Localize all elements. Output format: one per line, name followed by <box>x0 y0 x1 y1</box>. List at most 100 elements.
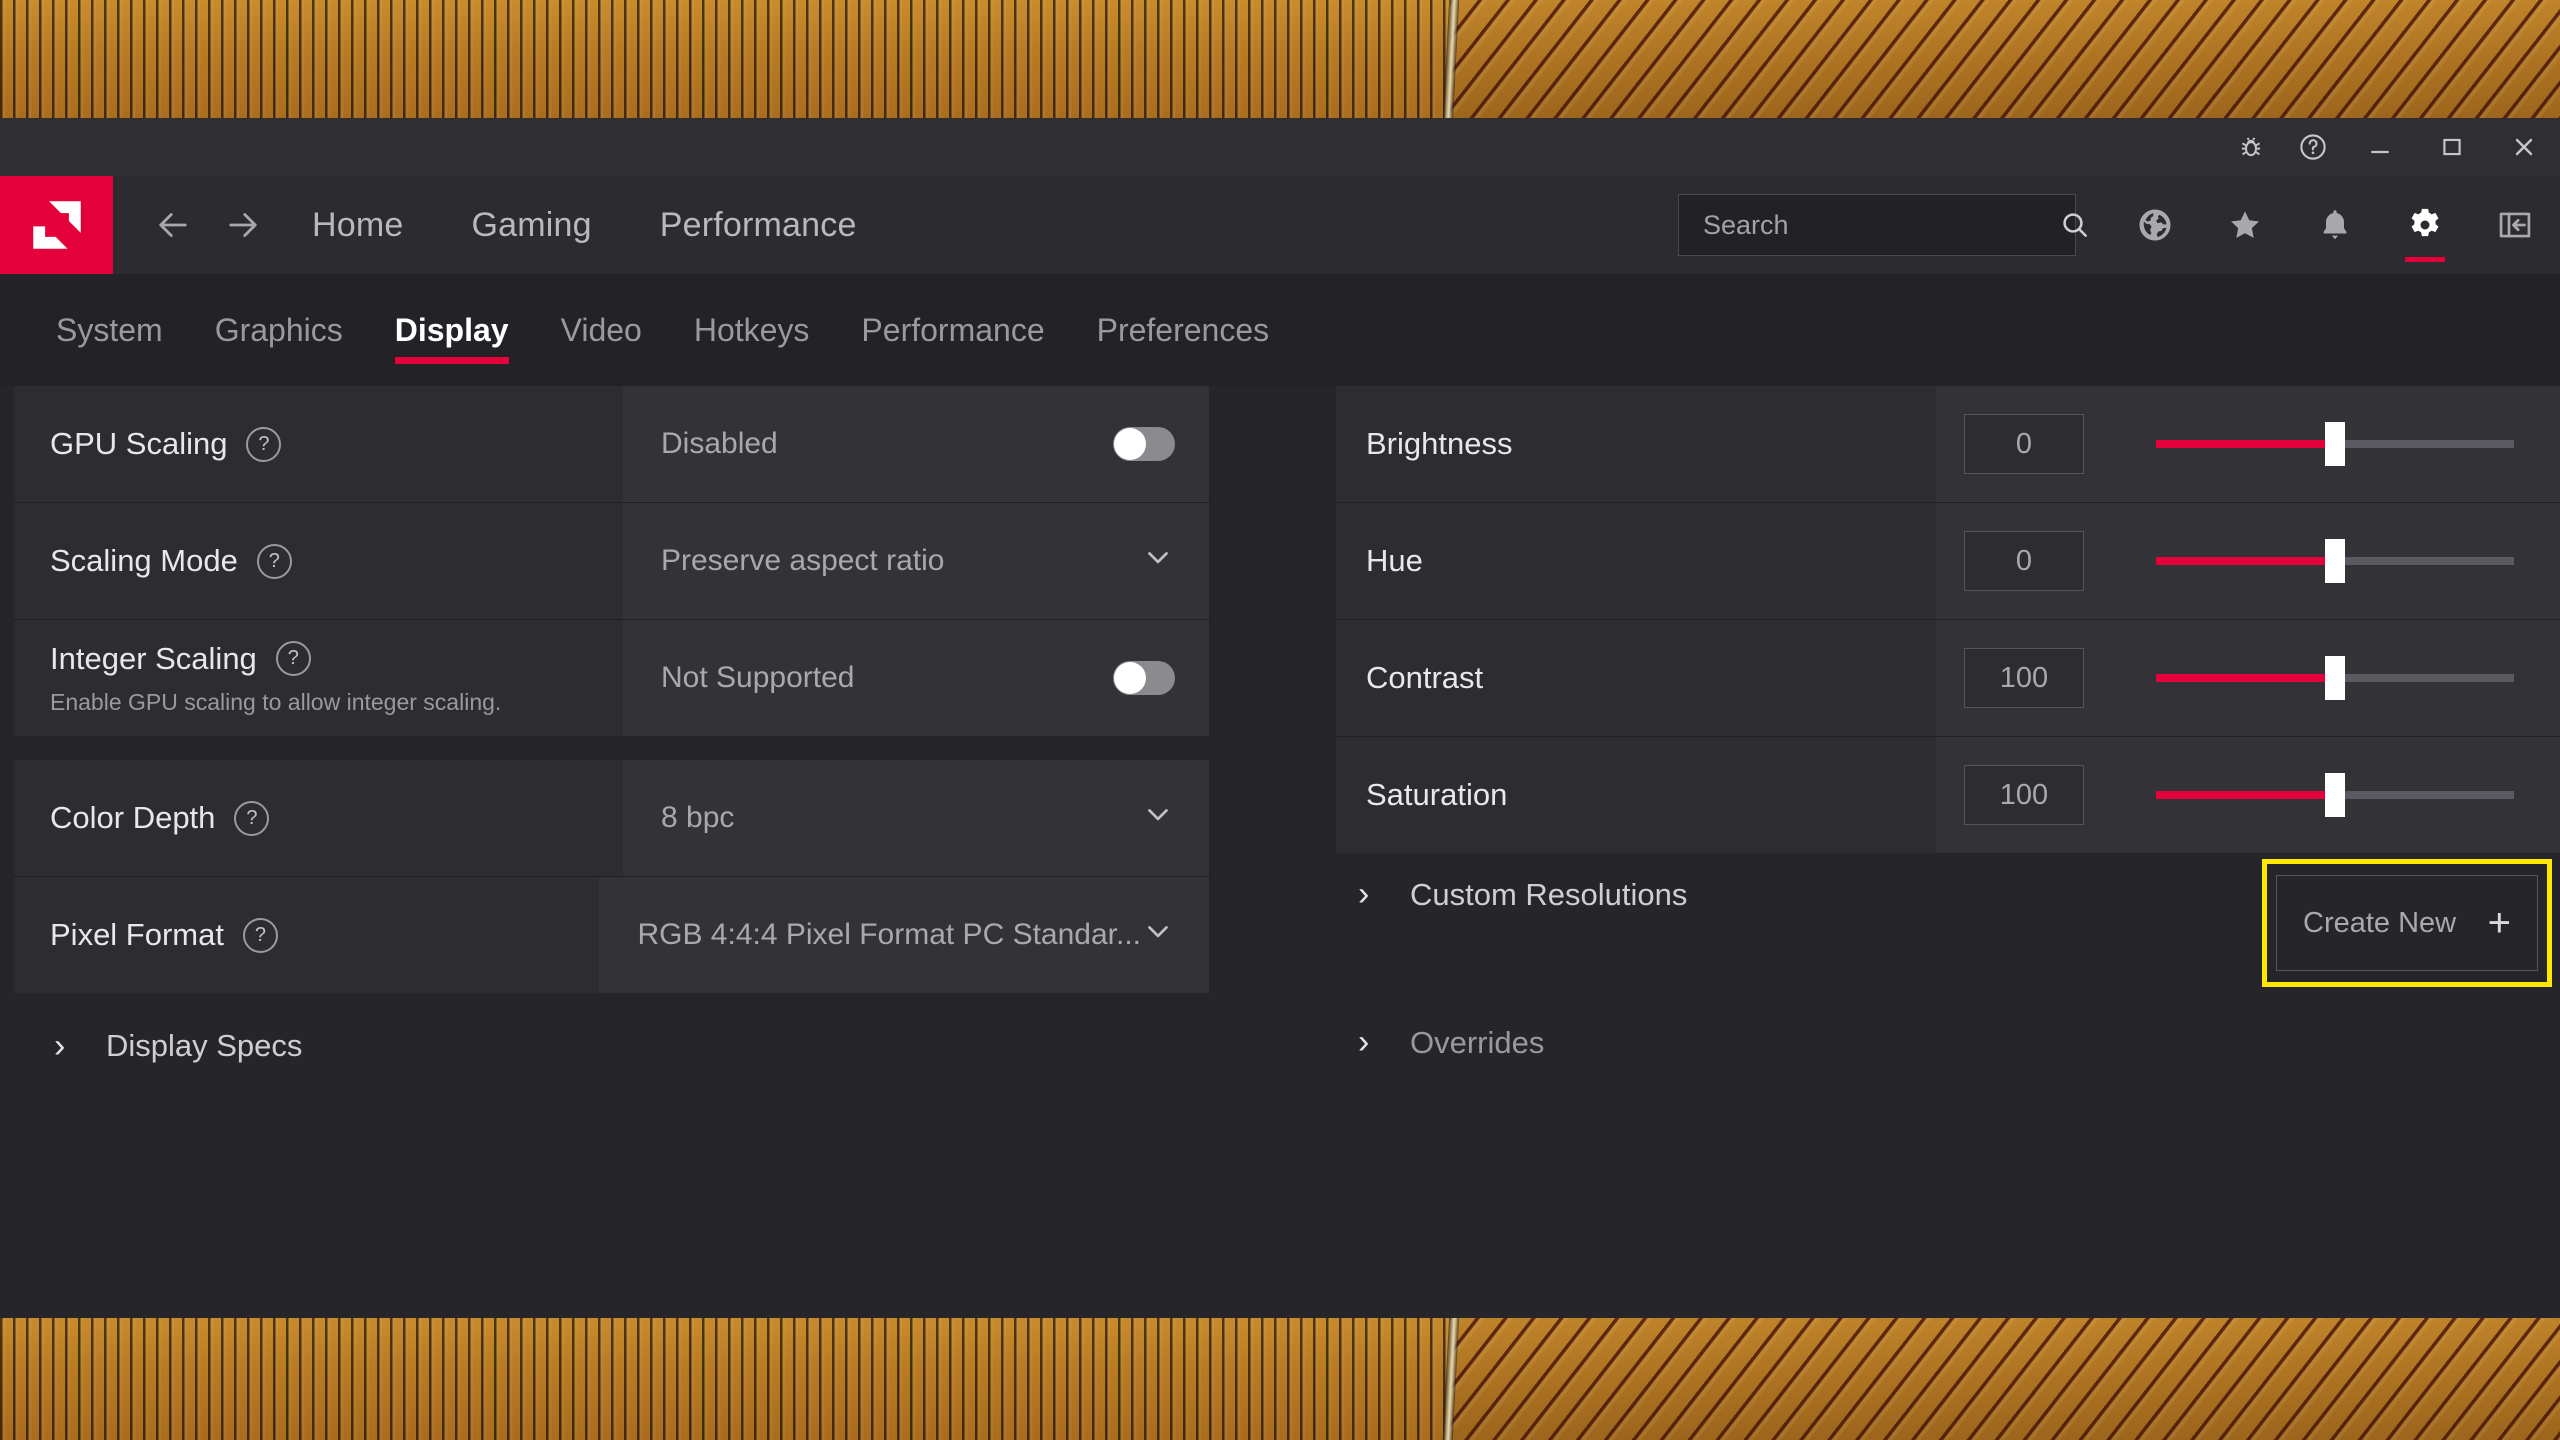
color-settings-column: Brightness 0 Hue 0 Contrast 100 Saturati… <box>1336 386 2560 1153</box>
expander-label: Custom Resolutions <box>1410 876 1688 912</box>
brightness-value: 0 <box>2015 427 2033 460</box>
create-new-button[interactable]: Create New + <box>2276 875 2538 971</box>
brightness-slider[interactable] <box>2156 422 2514 466</box>
chevron-right-icon[interactable]: › <box>1358 1023 1410 1062</box>
arrow-right-icon[interactable] <box>208 176 278 274</box>
row-label-gpu-scaling: GPU Scaling ? <box>14 386 623 502</box>
slider-label: Contrast <box>1366 660 1484 695</box>
help-icon[interactable]: ? <box>242 917 278 953</box>
search-box[interactable] <box>1678 194 2087 256</box>
settings-subnav: System Graphics Display Video Hotkeys Pe… <box>0 274 2560 386</box>
tab-system[interactable]: System <box>30 274 189 386</box>
color-format-card: Color Depth ? 8 bpc Pixel Format ? RGB 4… <box>14 760 1209 993</box>
saturation-value: 100 <box>1999 778 2049 811</box>
setting-label: GPU Scaling <box>50 426 228 461</box>
amd-logo-icon[interactable] <box>0 176 113 274</box>
slider-control-wrap: 100 <box>1936 737 2560 853</box>
slider-thumb[interactable] <box>2325 656 2345 700</box>
setting-row-scaling-mode[interactable]: Scaling Mode ? Preserve aspect ratio <box>14 503 1209 620</box>
tab-graphics[interactable]: Graphics <box>189 274 369 386</box>
slider-row-contrast: Contrast 100 <box>1336 620 2560 737</box>
help-icon[interactable]: ? <box>246 426 282 462</box>
slider-label: Brightness <box>1366 426 1513 461</box>
wood-slats-diagonal-bottom <box>1450 1315 2560 1440</box>
minimize-icon[interactable] <box>2344 118 2416 176</box>
nav-link-home[interactable]: Home <box>288 206 428 245</box>
setting-label: Scaling Mode <box>50 543 238 578</box>
chevron-right-icon[interactable]: › <box>54 1027 106 1066</box>
integer-scaling-toggle[interactable] <box>1113 661 1175 695</box>
expander-custom-resolutions[interactable]: › Custom Resolutions <box>1358 875 1687 914</box>
slider-thumb[interactable] <box>2325 539 2345 583</box>
brightness-value-box[interactable]: 0 <box>1964 414 2084 474</box>
slider-thumb[interactable] <box>2325 422 2345 466</box>
arrow-left-icon[interactable] <box>138 176 208 274</box>
expander-overrides[interactable]: › Overrides <box>1358 1023 1544 1062</box>
tab-performance[interactable]: Performance <box>835 274 1070 386</box>
setting-row-pixel-format[interactable]: Pixel Format ? RGB 4:4:4 Pixel Format PC… <box>14 877 1209 993</box>
tab-video[interactable]: Video <box>535 274 668 386</box>
hue-value-box[interactable]: 0 <box>1964 531 2084 591</box>
card-gap <box>14 736 1209 760</box>
maximize-icon[interactable] <box>2416 118 2488 176</box>
nav-link-performance[interactable]: Performance <box>636 206 881 245</box>
slider-row-hue: Hue 0 <box>1336 503 2560 620</box>
setting-row-gpu-scaling[interactable]: GPU Scaling ? Disabled <box>14 386 1209 503</box>
row-label-color-depth: Color Depth ? <box>14 760 623 876</box>
expander-display-specs[interactable]: › Display Specs <box>14 993 1209 1099</box>
chevron-down-icon[interactable] <box>1141 914 1175 956</box>
expander-label: Display Specs <box>106 1028 303 1063</box>
slider-thumb[interactable] <box>2325 773 2345 817</box>
nav-link-gaming[interactable]: Gaming <box>448 206 616 245</box>
hue-slider[interactable] <box>2156 539 2514 583</box>
row-value-gpu-scaling: Disabled <box>623 386 1209 502</box>
row-label-integer-scaling: Integer Scaling ? Enable GPU scaling to … <box>14 620 623 736</box>
search-input[interactable] <box>1679 208 2059 242</box>
wallpaper-top-strip <box>0 0 2560 122</box>
row-value-color-depth[interactable]: 8 bpc <box>623 760 1209 876</box>
help-icon[interactable]: ? <box>256 543 292 579</box>
setting-value: RGB 4:4:4 Pixel Format PC Standar... <box>637 918 1141 951</box>
panel-collapse-icon[interactable] <box>2484 176 2546 274</box>
setting-value: Preserve aspect ratio <box>661 544 945 577</box>
question-circle-icon[interactable] <box>2282 118 2344 176</box>
star-icon[interactable] <box>2214 176 2276 274</box>
search-icon[interactable] <box>2059 209 2091 241</box>
wallpaper-bottom-strip <box>0 1315 2560 1440</box>
globe-icon[interactable] <box>2124 176 2186 274</box>
bell-icon[interactable] <box>2304 176 2366 274</box>
chevron-down-icon[interactable] <box>1141 797 1175 839</box>
window-titlebar <box>0 118 2560 176</box>
display-settings-column: GPU Scaling ? Disabled Scaling Mode ? Pr… <box>14 386 1209 1099</box>
close-icon[interactable] <box>2488 118 2560 176</box>
slider-control-wrap: 0 <box>1936 386 2560 502</box>
help-icon[interactable]: ? <box>234 800 270 836</box>
row-value-pixel-format[interactable]: RGB 4:4:4 Pixel Format PC Standar... <box>599 877 1209 993</box>
tab-preferences[interactable]: Preferences <box>1071 274 1296 386</box>
setting-row-color-depth[interactable]: Color Depth ? 8 bpc <box>14 760 1209 877</box>
main-navigation-bar: Home Gaming Performance <box>0 176 2560 274</box>
setting-label: Color Depth <box>50 800 216 835</box>
saturation-value-box[interactable]: 100 <box>1964 765 2084 825</box>
gpu-scaling-toggle[interactable] <box>1113 427 1175 461</box>
bug-icon[interactable] <box>2220 118 2282 176</box>
contrast-slider[interactable] <box>2156 656 2514 700</box>
contrast-value-box[interactable]: 100 <box>1964 648 2084 708</box>
wood-slats-diagonal <box>1450 0 2560 122</box>
slider-control-wrap: 100 <box>1936 620 2560 736</box>
color-sliders-card: Brightness 0 Hue 0 Contrast 100 Saturati… <box>1336 386 2560 853</box>
saturation-slider[interactable] <box>2156 773 2514 817</box>
gear-icon[interactable] <box>2394 176 2456 274</box>
row-value-scaling-mode[interactable]: Preserve aspect ratio <box>623 503 1209 619</box>
chevron-down-icon[interactable] <box>1141 540 1175 582</box>
radeon-software-window: Home Gaming Performance Search System Gr… <box>0 118 2560 1318</box>
tab-display[interactable]: Display <box>369 274 535 386</box>
custom-resolutions-section: › Custom Resolutions Create New + <box>1336 853 2560 1003</box>
tab-hotkeys[interactable]: Hotkeys <box>668 274 836 386</box>
help-icon[interactable]: ? <box>275 641 311 676</box>
chevron-right-icon[interactable]: › <box>1358 875 1410 914</box>
setting-row-integer-scaling[interactable]: Integer Scaling ? Enable GPU scaling to … <box>14 620 1209 736</box>
setting-value: 8 bpc <box>661 801 735 834</box>
row-label-scaling-mode: Scaling Mode ? <box>14 503 623 619</box>
contrast-value: 100 <box>1999 661 2049 694</box>
